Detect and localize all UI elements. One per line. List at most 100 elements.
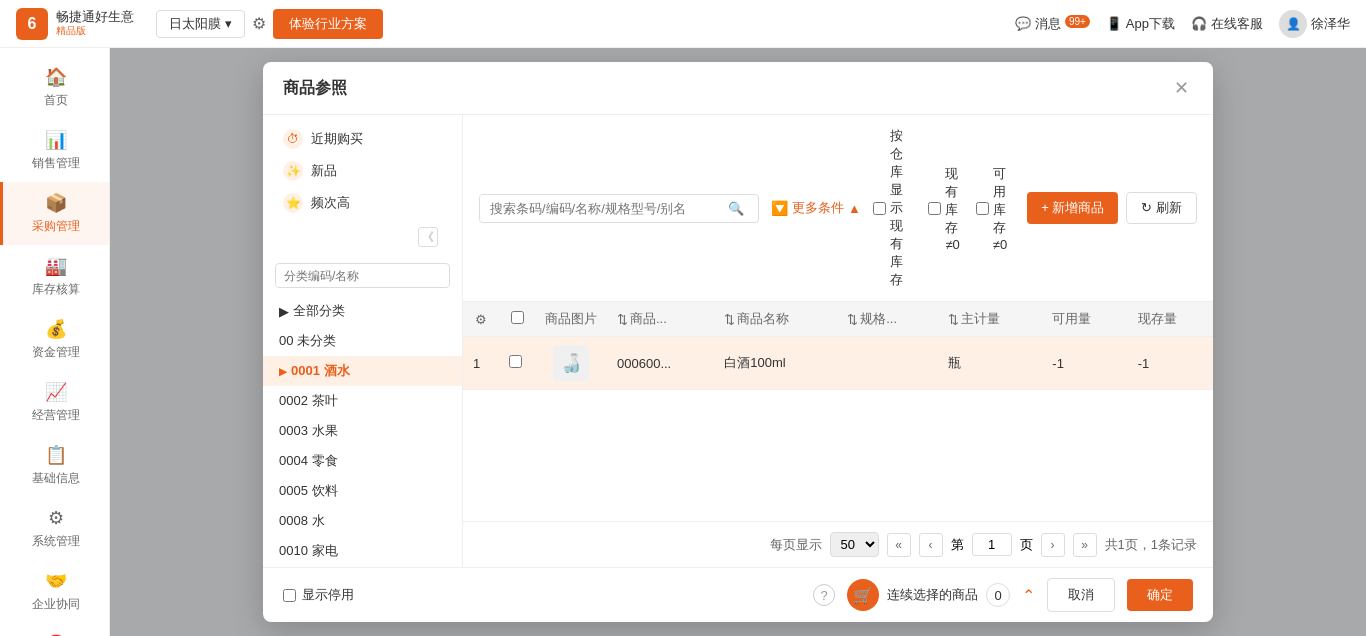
- sidebar-item-system[interactable]: ⚙ 系统管理: [0, 497, 109, 560]
- chevron-up-icon: ▲: [848, 201, 861, 216]
- new-icon: ✨: [283, 161, 303, 181]
- category-item-snack[interactable]: 0004 零食: [263, 446, 462, 476]
- col-name[interactable]: ⇅ 商品名称: [714, 302, 837, 337]
- row-checkbox[interactable]: [499, 337, 535, 390]
- category-item-water[interactable]: 0008 水: [263, 506, 462, 536]
- avatar: 👤: [1279, 10, 1307, 38]
- col-available[interactable]: 可用量: [1042, 302, 1127, 337]
- per-page-select[interactable]: 50: [830, 532, 879, 557]
- page-prev-button[interactable]: ‹: [919, 533, 943, 557]
- quick-filter-new[interactable]: ✨ 新品: [275, 155, 450, 187]
- frequent-icon: ⭐: [283, 193, 303, 213]
- mobile-icon: 📱: [1106, 16, 1122, 31]
- dialog-overlay: 商品参照 ✕ ⏱ 近期购买 ✨: [110, 48, 1366, 636]
- filter-checkboxes: 按仓库显示现有库存 现有库存≠0 可用库存≠0: [873, 127, 1007, 289]
- show-disabled-checkbox[interactable]: 显示停用: [283, 586, 354, 604]
- product-image: 🍶: [553, 345, 589, 381]
- category-item-beverage[interactable]: 0005 饮料: [263, 476, 462, 506]
- logo-area: 6 畅捷通好生意 精品版: [16, 8, 136, 40]
- page-last-button[interactable]: »: [1073, 533, 1097, 557]
- row-index: 1: [463, 337, 499, 390]
- table-header-row: ⚙ 商品图片: [463, 302, 1213, 337]
- collapse-left-panel-button[interactable]: 《: [418, 227, 438, 247]
- available-nonzero-checkbox[interactable]: 可用库存≠0: [976, 165, 1007, 252]
- col-code[interactable]: ⇅ 商品...: [607, 302, 714, 337]
- main-layout: 🏠 首页 📊 销售管理 📦 采购管理 🏭 库存核算 💰 资金管理 📈 经营管理 …: [0, 48, 1366, 636]
- sort-icon: ⇅: [948, 312, 959, 327]
- app-download-nav-item[interactable]: 📱 App下载: [1106, 15, 1175, 33]
- sidebar-item-guide[interactable]: 🎯 新手引导: [0, 623, 109, 636]
- dialog-title: 商品参照: [283, 78, 347, 99]
- arrow-active-icon: ▶: [279, 366, 287, 377]
- sidebar-item-purchase[interactable]: 📦 采购管理: [0, 182, 109, 245]
- sidebar-item-inventory[interactable]: 🏭 库存核算: [0, 245, 109, 308]
- search-icon[interactable]: 🔍: [720, 195, 752, 222]
- col-checkbox[interactable]: [499, 302, 535, 337]
- category-search-icon[interactable]: 🔍: [442, 264, 450, 287]
- col-spec[interactable]: ⇅ 规格...: [837, 302, 938, 337]
- quick-filter-frequent[interactable]: ⭐ 频次高: [275, 187, 450, 219]
- product-search-bar: 🔍 🔽 更多条件 ▲ 按仓库显示现有库存: [463, 115, 1213, 302]
- logo-icon: 6: [16, 8, 48, 40]
- message-nav-item[interactable]: 💬 消息 99+: [1015, 15, 1090, 33]
- sidebar-item-basic-info[interactable]: 📋 基础信息: [0, 434, 109, 497]
- sidebar-item-business[interactable]: 📈 经营管理: [0, 371, 109, 434]
- dialog-body: ⏱ 近期购买 ✨ 新品 ⭐ 频次高: [263, 115, 1213, 567]
- page-next-button[interactable]: ›: [1041, 533, 1065, 557]
- finance-icon: 💰: [45, 318, 67, 340]
- quick-filter-recent[interactable]: ⏱ 近期购买: [275, 123, 450, 155]
- sort-icon: ⇅: [617, 312, 628, 327]
- warehouse-stock-checkbox[interactable]: 按仓库显示现有库存: [873, 127, 913, 289]
- sidebar-item-enterprise[interactable]: 🤝 企业协同: [0, 560, 109, 623]
- sidebar-item-finance[interactable]: 💰 资金管理: [0, 308, 109, 371]
- sales-icon: 📊: [45, 129, 67, 151]
- page-first-button[interactable]: «: [887, 533, 911, 557]
- logo-text: 畅捷通好生意 精品版: [56, 9, 134, 39]
- cart-icon[interactable]: 🛒: [847, 579, 879, 611]
- inventory-icon: 🏭: [45, 255, 67, 277]
- category-item-fruit[interactable]: 0003 水果: [263, 416, 462, 446]
- quick-filters: ⏱ 近期购买 ✨ 新品 ⭐ 频次高: [263, 115, 462, 227]
- category-item-tea[interactable]: 0002 茶叶: [263, 386, 462, 416]
- action-buttons: + 新增商品 ↻ 刷新: [1027, 192, 1197, 224]
- collapse-up-icon[interactable]: ⌃: [1022, 586, 1035, 605]
- dialog-footer: 显示停用 ? 🛒 连续选择的商品 0 ⌃ 取消 确定: [263, 567, 1213, 622]
- purchase-icon: 📦: [45, 192, 67, 214]
- dialog-close-button[interactable]: ✕: [1169, 76, 1193, 100]
- add-product-button[interactable]: + 新增商品: [1027, 192, 1118, 224]
- page-label: 第: [951, 536, 964, 554]
- product-table: ⚙ 商品图片: [463, 302, 1213, 390]
- category-item-all[interactable]: ▶ 全部分类: [263, 296, 462, 326]
- cart-area: 🛒 连续选择的商品 0: [847, 579, 1010, 611]
- product-search-input[interactable]: [480, 195, 720, 222]
- nav-right: 💬 消息 99+ 📱 App下载 🎧 在线客服 👤 徐泽华: [1015, 10, 1350, 38]
- settings-icon[interactable]: ⚙: [245, 10, 273, 38]
- user-profile-nav-item[interactable]: 👤 徐泽华: [1279, 10, 1350, 38]
- online-service-nav-item[interactable]: 🎧 在线客服: [1191, 15, 1263, 33]
- help-icon[interactable]: ?: [813, 584, 835, 606]
- table-row[interactable]: 1 🍶 000600... 白酒100ml 瓶: [463, 337, 1213, 390]
- sidebar-item-sales[interactable]: 📊 销售管理: [0, 119, 109, 182]
- store-selector[interactable]: 日太阳膜 ▾: [156, 10, 245, 38]
- category-item-liquor[interactable]: ▶ 0001 酒水: [263, 356, 462, 386]
- business-icon: 📈: [45, 381, 67, 403]
- refresh-button[interactable]: ↻ 刷新: [1126, 192, 1197, 224]
- row-image: 🍶: [535, 337, 607, 390]
- page-total-info: 共1页，1条记录: [1105, 536, 1197, 554]
- stock-nonzero-checkbox[interactable]: 现有库存≠0: [928, 165, 959, 252]
- try-industry-button[interactable]: 体验行业方案: [273, 9, 383, 39]
- cancel-button[interactable]: 取消: [1047, 578, 1115, 612]
- basic-info-icon: 📋: [45, 444, 67, 466]
- category-item-appliance[interactable]: 0010 家电: [263, 536, 462, 566]
- page-number-input[interactable]: [972, 533, 1012, 556]
- category-search-input[interactable]: [276, 265, 442, 287]
- row-unit: 瓶: [938, 337, 1042, 390]
- confirm-button[interactable]: 确定: [1127, 579, 1193, 611]
- col-unit[interactable]: ⇅ 主计量: [938, 302, 1042, 337]
- col-settings[interactable]: ⚙: [463, 302, 499, 337]
- category-item-uncategorized[interactable]: 00 未分类: [263, 326, 462, 356]
- more-filters-button[interactable]: 🔽 更多条件 ▲: [771, 199, 861, 217]
- category-search-wrap: 🔍: [275, 263, 450, 288]
- sidebar: 🏠 首页 📊 销售管理 📦 采购管理 🏭 库存核算 💰 资金管理 📈 经营管理 …: [0, 48, 110, 636]
- sidebar-item-home[interactable]: 🏠 首页: [0, 56, 109, 119]
